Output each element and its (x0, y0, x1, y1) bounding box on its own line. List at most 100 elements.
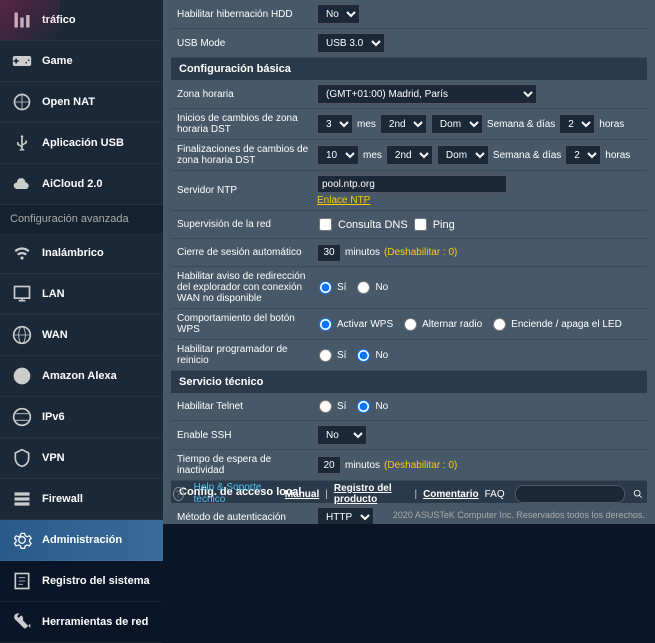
dst-start-dow[interactable]: Dom (431, 114, 483, 134)
sidebar-item-label: Firewall (42, 493, 83, 505)
sidebar-item-label: tráfico (42, 14, 76, 26)
alexa-icon (10, 364, 34, 388)
vpn-icon (10, 446, 34, 470)
traffic-icon (10, 8, 34, 32)
no-label: No (375, 401, 388, 412)
ping-checkbox[interactable] (414, 218, 427, 231)
search-input[interactable] (515, 485, 625, 503)
firewall-icon (10, 487, 34, 511)
sidebar-item-label: Game (42, 55, 73, 67)
dst-end-hour[interactable]: 2 (565, 145, 601, 165)
ipv6-icon (10, 405, 34, 429)
sidebar-item-label: Herramientas de red (42, 616, 148, 628)
dow-unit: Semana & días (487, 119, 555, 130)
reboot-yes-radio[interactable] (319, 349, 332, 362)
sidebar-item-label: WAN (42, 329, 68, 341)
log-icon (10, 569, 34, 593)
auto-logout-input[interactable] (317, 244, 341, 262)
sidebar-item-label: AiCloud 2.0 (42, 178, 103, 190)
search-button[interactable] (631, 486, 645, 502)
dst-end-day[interactable]: 10 (317, 145, 359, 165)
net-monitor-label: Supervisión de la red (177, 219, 317, 230)
help-icon: ? (173, 487, 184, 501)
sidebar-item-ipv6[interactable]: IPv6 (0, 397, 163, 438)
ntp-link[interactable]: Enlace NTP (317, 195, 370, 206)
sidebar: tráfico Game Open NAT Aplicación USB AiC… (0, 0, 163, 524)
sidebar-item-label: Registro del sistema (42, 575, 150, 587)
sidebar-item-admin[interactable]: Administración (0, 520, 163, 561)
auto-logout-label: Cierre de sesión automático (177, 247, 317, 258)
telnet-label: Habilitar Telnet (177, 401, 317, 412)
tools-icon (10, 610, 34, 634)
sidebar-item-label: IPv6 (42, 411, 65, 423)
dst-end-week[interactable]: 2nd (386, 145, 433, 165)
redirect-no-radio[interactable] (357, 281, 370, 294)
sidebar-item-label: Amazon Alexa (42, 370, 117, 382)
wps-opt2-label: Alternar radio (422, 319, 482, 330)
redirect-label: Habilitar aviso de redirección del explo… (177, 271, 317, 304)
sidebar-item-label: Inalámbrico (42, 247, 104, 259)
dst-start-day[interactable]: 3 (317, 114, 353, 134)
sidebar-item-log[interactable]: Registro del sistema (0, 561, 163, 602)
dns-check-label: Consulta DNS (338, 219, 408, 231)
timezone-select[interactable]: (GMT+01:00) Madrid, París (317, 84, 537, 104)
sidebar-item-firewall[interactable]: Firewall (0, 479, 163, 520)
comment-link[interactable]: Comentario (423, 489, 479, 500)
manual-link[interactable]: Manual (285, 489, 319, 500)
ssh-select[interactable]: No (317, 425, 367, 445)
sidebar-item-wireless[interactable]: Inalámbrico (0, 233, 163, 274)
sidebar-item-label: VPN (42, 452, 65, 464)
sidebar-item-game[interactable]: Game (0, 41, 163, 82)
timezone-label: Zona horaria (177, 89, 317, 100)
hdd-hibernation-select[interactable]: No (317, 4, 360, 24)
wps-activate-radio[interactable] (319, 318, 332, 331)
help-link[interactable]: Help & Soporte técnico (194, 482, 267, 506)
wps-toggle-radio[interactable] (404, 318, 417, 331)
telnet-no-radio[interactable] (357, 400, 370, 413)
sidebar-item-aicloud[interactable]: AiCloud 2.0 (0, 164, 163, 205)
redirect-yes-radio[interactable] (319, 281, 332, 294)
dst-start-week[interactable]: 2nd (380, 114, 427, 134)
usb-mode-select[interactable]: USB 3.0 (317, 33, 385, 53)
sidebar-item-label: LAN (42, 288, 65, 300)
dst-start-hour[interactable]: 2 (559, 114, 595, 134)
ssh-label: Enable SSH (177, 430, 317, 441)
sidebar-item-lan[interactable]: LAN (0, 274, 163, 315)
sidebar-item-nat[interactable]: Open NAT (0, 82, 163, 123)
reboot-label: Habilitar programador de reinicio (177, 344, 317, 366)
basic-config-title: Configuración básica (171, 58, 647, 80)
dst-end-dow[interactable]: Dom (437, 145, 489, 165)
idle-label: Tiempo de espera de inactividad (177, 454, 317, 476)
dow-unit: Semana & días (493, 150, 561, 161)
sidebar-item-traffic[interactable]: tráfico (0, 0, 163, 41)
wps-led-radio[interactable] (493, 318, 506, 331)
sidebar-item-alexa[interactable]: Amazon Alexa (0, 356, 163, 397)
sidebar-item-usb[interactable]: Aplicación USB (0, 123, 163, 164)
minutes-unit: minutos (345, 247, 380, 258)
telnet-yes-radio[interactable] (319, 400, 332, 413)
dns-checkbox[interactable] (319, 218, 332, 231)
wps-opt1-label: Activar WPS (337, 319, 393, 330)
reboot-no-radio[interactable] (357, 349, 370, 362)
ping-check-label: Ping (433, 219, 455, 231)
month-unit: mes (363, 150, 382, 161)
yes-label: Sí (337, 282, 346, 293)
admin-icon (10, 528, 34, 552)
sidebar-item-tools[interactable]: Herramientas de red (0, 602, 163, 643)
ntp-input[interactable] (317, 175, 507, 193)
sidebar-item-vpn[interactable]: VPN (0, 438, 163, 479)
copyright: 2020 ASUSTeK Computer Inc. Reservados to… (173, 510, 645, 520)
wps-opt3-label: Enciende / apaga el LED (511, 319, 622, 330)
month-unit: mes (357, 119, 376, 130)
faq-link[interactable]: FAQ (485, 489, 505, 500)
yes-label: Sí (337, 350, 346, 361)
dst-start-label: Inicios de cambios de zona horaria DST (177, 113, 317, 135)
game-icon (10, 49, 34, 73)
usb-mode-label: USB Mode (177, 38, 317, 49)
hour-unit: horas (605, 150, 630, 161)
sidebar-item-wan[interactable]: WAN (0, 315, 163, 356)
product-reg-link[interactable]: Registro del producto (334, 483, 409, 505)
hour-unit: horas (599, 119, 624, 130)
disable-hint: (Deshabilitar : 0) (384, 247, 457, 258)
idle-input[interactable] (317, 456, 341, 474)
